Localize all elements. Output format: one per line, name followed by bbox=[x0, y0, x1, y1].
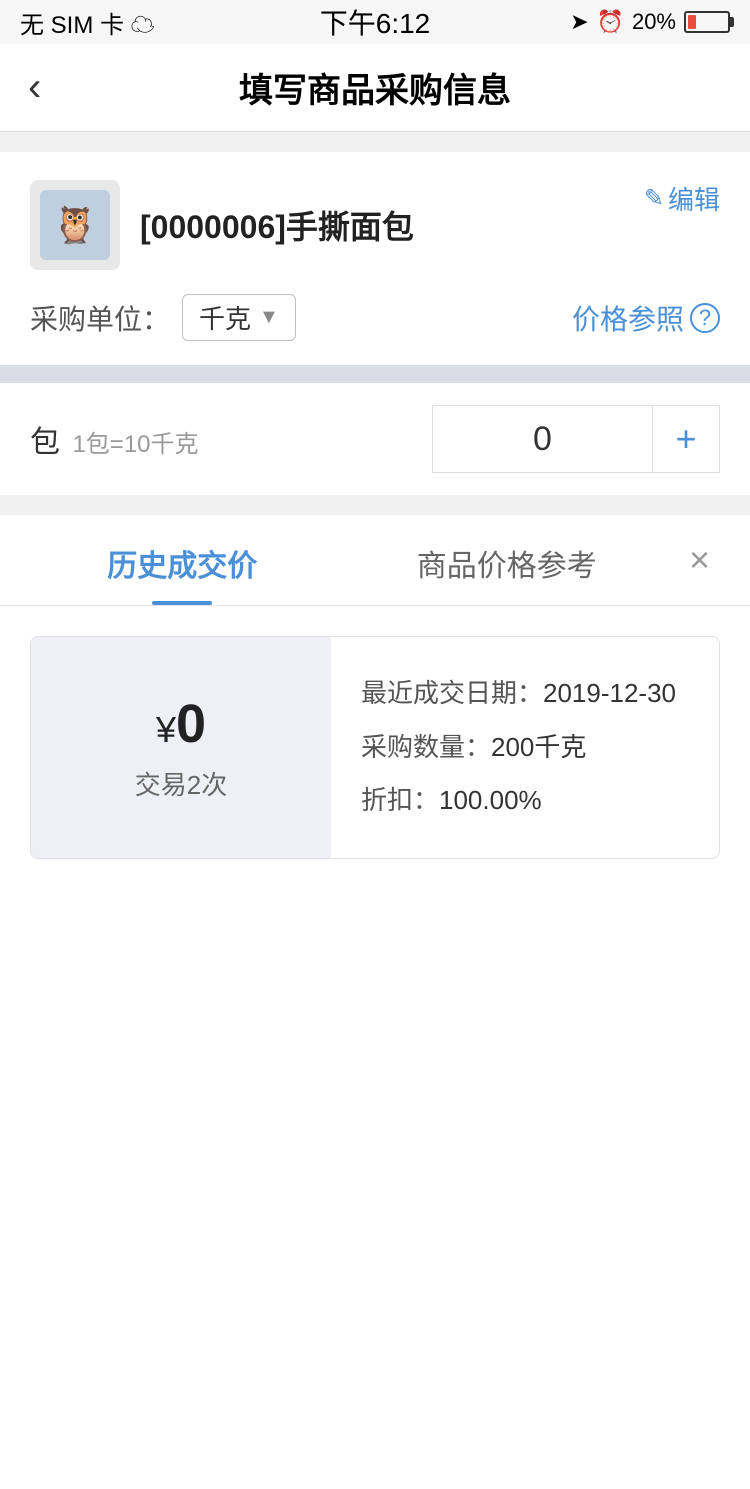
discount-value: 100.00% bbox=[439, 785, 542, 815]
battery-icon bbox=[684, 11, 730, 33]
tab-history-price[interactable]: 历史成交价 bbox=[20, 515, 344, 605]
quantity-row: 包 1包=10千克 + bbox=[0, 383, 750, 495]
product-info-left: 🦉 [0000006]手撕面包 bbox=[30, 180, 414, 270]
tabs-section: 历史成交价 商品价格参考 × ¥0 交易2次 最近成交日期：2019-12-30… bbox=[0, 515, 750, 889]
price-reference-link[interactable]: 价格参照 ? bbox=[572, 298, 720, 338]
nav-bar: ‹ 填写商品采购信息 bbox=[0, 44, 750, 132]
history-price-number: 0 bbox=[176, 694, 206, 754]
history-currency-symbol: ¥ bbox=[156, 709, 176, 750]
quantity-label-area: 包 1包=10千克 bbox=[30, 417, 199, 461]
unit-select-dropdown[interactable]: 千克 ▼ bbox=[182, 294, 296, 341]
price-ref-help-icon: ? bbox=[690, 303, 720, 333]
status-right: ➤ ⏰ 20% bbox=[570, 9, 730, 35]
product-header: 🦉 [0000006]手撕面包 ✎ 编辑 bbox=[30, 180, 720, 270]
history-price-side: ¥0 交易2次 bbox=[31, 637, 331, 858]
purchase-quantity-value: 200千克 bbox=[491, 732, 586, 762]
battery-fill bbox=[688, 15, 696, 29]
edit-icon: ✎ bbox=[644, 184, 664, 213]
product-thumbnail-inner: 🦉 bbox=[40, 190, 110, 260]
quantity-unit-label: 包 bbox=[30, 426, 60, 459]
purchase-quantity-label: 采购数量： bbox=[361, 732, 491, 762]
product-unit-row: 采购单位： 千克 ▼ 价格参照 ? bbox=[30, 294, 720, 341]
sim-status: 无 SIM 卡 ☁ bbox=[20, 5, 155, 40]
footer-space bbox=[0, 889, 750, 1489]
purchase-quantity-row: 采购数量：200千克 bbox=[361, 727, 689, 769]
unit-value: 千克 bbox=[199, 299, 251, 336]
status-left: 无 SIM 卡 ☁ bbox=[20, 5, 155, 40]
discount-row: 折扣：100.00% bbox=[361, 780, 689, 822]
quantity-plus-button[interactable]: + bbox=[652, 405, 720, 473]
recent-date-label: 最近成交日期： bbox=[361, 678, 543, 708]
tab-close-button[interactable]: × bbox=[669, 526, 730, 594]
edit-button[interactable]: ✎ 编辑 bbox=[644, 180, 720, 217]
unit-label: 采购单位： bbox=[30, 298, 170, 338]
recent-date-row: 最近成交日期：2019-12-30 bbox=[361, 673, 689, 715]
location-icon: ➤ bbox=[570, 9, 588, 35]
price-ref-label: 价格参照 bbox=[572, 298, 684, 338]
battery-percent: 20% bbox=[632, 9, 676, 35]
product-card: 🦉 [0000006]手撕面包 ✎ 编辑 采购单位： 千克 ▼ 价格参照 ? bbox=[0, 152, 750, 365]
unit-left: 采购单位： 千克 ▼ bbox=[30, 294, 296, 341]
tab-content-history: ¥0 交易2次 最近成交日期：2019-12-30 采购数量：200千克 折扣：… bbox=[0, 606, 750, 889]
alarm-icon: ⏰ bbox=[597, 9, 624, 35]
history-price-card: ¥0 交易2次 最近成交日期：2019-12-30 采购数量：200千克 折扣：… bbox=[30, 636, 720, 859]
tab-price-reference[interactable]: 商品价格参考 bbox=[344, 515, 668, 605]
product-name: [0000006]手撕面包 bbox=[140, 202, 414, 248]
product-logo-icon: 🦉 bbox=[53, 204, 98, 246]
page-title: 填写商品采购信息 bbox=[239, 63, 511, 112]
dropdown-arrow-icon: ▼ bbox=[259, 306, 279, 329]
back-button[interactable]: ‹ bbox=[28, 65, 41, 110]
quantity-input[interactable] bbox=[432, 405, 652, 473]
history-detail-side: 最近成交日期：2019-12-30 采购数量：200千克 折扣：100.00% bbox=[331, 637, 719, 858]
section-divider bbox=[0, 365, 750, 383]
tabs-header: 历史成交价 商品价格参考 × bbox=[0, 515, 750, 606]
history-price-value: ¥0 bbox=[156, 693, 206, 755]
edit-label: 编辑 bbox=[668, 180, 720, 217]
product-thumbnail: 🦉 bbox=[30, 180, 120, 270]
status-bar: 无 SIM 卡 ☁ 下午6:12 ➤ ⏰ 20% bbox=[0, 0, 750, 44]
recent-date-value: 2019-12-30 bbox=[543, 678, 676, 708]
quantity-input-area: + bbox=[432, 405, 720, 473]
status-time: 下午6:12 bbox=[320, 2, 431, 42]
history-transactions-label: 交易2次 bbox=[135, 765, 227, 802]
discount-label: 折扣： bbox=[361, 785, 439, 815]
quantity-conversion: 1包=10千克 bbox=[72, 431, 198, 458]
